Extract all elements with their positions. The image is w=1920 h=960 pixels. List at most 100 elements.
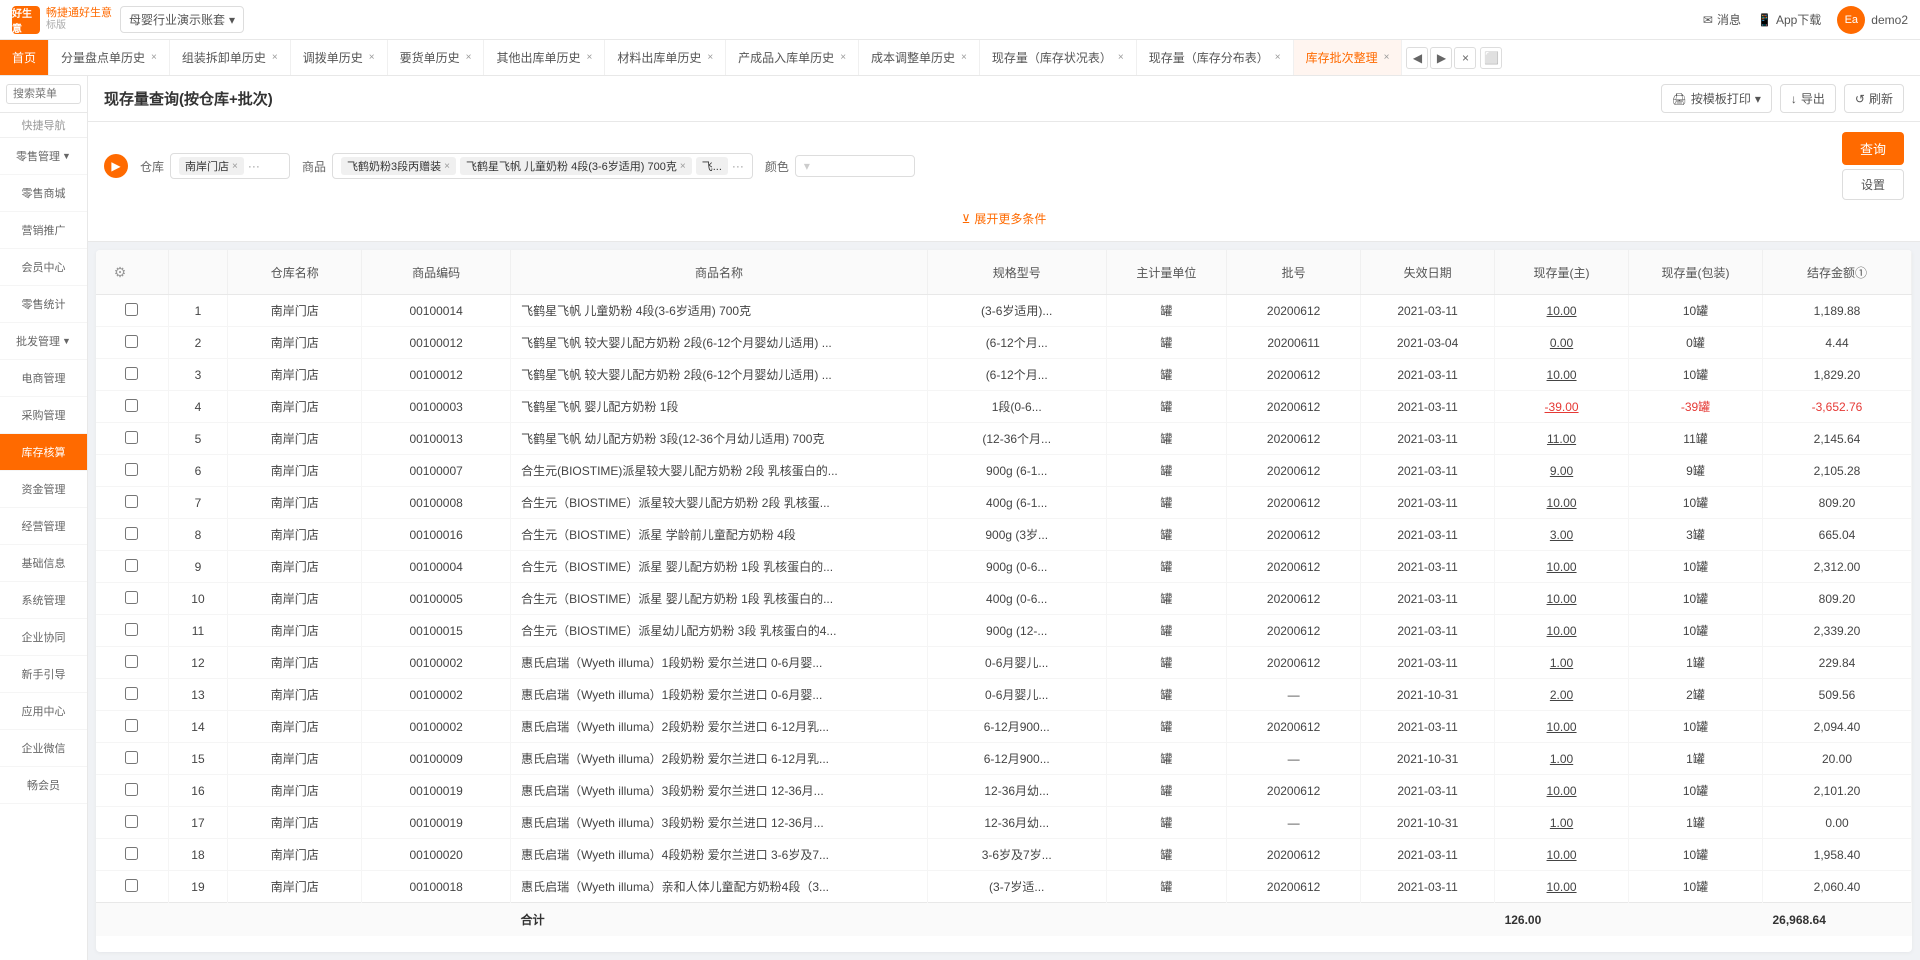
row-checkbox[interactable] xyxy=(125,559,138,572)
row-qty-main[interactable]: 10.00 xyxy=(1495,551,1629,583)
row-checkbox[interactable] xyxy=(125,431,138,444)
row-qty-main[interactable]: 9.00 xyxy=(1495,455,1629,487)
sidebar-item-basic[interactable]: 基础信息 xyxy=(0,545,87,582)
tab-other-out-history[interactable]: 其他出库单历史 × xyxy=(484,40,605,76)
sidebar-item-purchase[interactable]: 采购管理 xyxy=(0,397,87,434)
row-qty-main[interactable]: 10.00 xyxy=(1495,487,1629,519)
sidebar-item-marketing[interactable]: 营销推广 xyxy=(0,212,87,249)
sidebar-item-wechat[interactable]: 企业微信 xyxy=(0,730,87,767)
sidebar-item-system[interactable]: 系统管理 xyxy=(0,582,87,619)
row-expand[interactable] xyxy=(96,647,168,679)
sidebar-item-app-center[interactable]: 应用中心 xyxy=(0,693,87,730)
row-checkbox[interactable] xyxy=(125,367,138,380)
search-input[interactable] xyxy=(6,84,81,104)
tab-close-icon[interactable]: × xyxy=(272,52,278,63)
account-dropdown[interactable]: 母婴行业演示账套 ▾ xyxy=(120,6,244,33)
row-expand[interactable] xyxy=(96,391,168,423)
sidebar-item-guide[interactable]: 新手引导 xyxy=(0,656,87,693)
settings-icon[interactable]: ⚙ xyxy=(106,258,134,286)
sidebar-item-ecommerce[interactable]: 电商管理 xyxy=(0,360,87,397)
row-expand[interactable] xyxy=(96,487,168,519)
row-expand[interactable] xyxy=(96,327,168,359)
row-checkbox[interactable] xyxy=(125,591,138,604)
app-download-action[interactable]: 📱 App下载 xyxy=(1757,11,1821,28)
row-expand[interactable] xyxy=(96,743,168,775)
sidebar-item-member2[interactable]: 畅会员 xyxy=(0,767,87,804)
row-expand[interactable] xyxy=(96,711,168,743)
row-expand[interactable] xyxy=(96,583,168,615)
row-checkbox[interactable] xyxy=(125,399,138,412)
color-filter-group[interactable]: ▾ xyxy=(795,155,915,177)
tab-close-icon[interactable]: × xyxy=(1384,52,1390,63)
sidebar-item-member[interactable]: 会员中心 xyxy=(0,249,87,286)
tab-close-icon[interactable]: × xyxy=(840,52,846,63)
col-settings[interactable]: ⚙ xyxy=(96,250,168,295)
row-checkbox[interactable] xyxy=(125,719,138,732)
tab-close-icon[interactable]: × xyxy=(369,52,375,63)
sidebar-item-finance[interactable]: 资金管理 xyxy=(0,471,87,508)
tag-close-icon[interactable]: × xyxy=(444,161,450,172)
tab-close-icon[interactable]: × xyxy=(961,52,967,63)
row-qty-main[interactable]: 10.00 xyxy=(1495,839,1629,871)
row-checkbox[interactable] xyxy=(125,655,138,668)
row-checkbox[interactable] xyxy=(125,335,138,348)
refresh-button[interactable]: ↺ 刷新 xyxy=(1844,84,1904,113)
tab-inventory-dist[interactable]: 现存量（库存分布表） × xyxy=(1137,40,1294,76)
sidebar-item-retail[interactable]: 零售管理 ▼ xyxy=(0,138,87,175)
row-checkbox[interactable] xyxy=(125,783,138,796)
row-checkbox[interactable] xyxy=(125,879,138,892)
export-button[interactable]: ↓ 导出 xyxy=(1780,84,1836,113)
tab-split-inventory[interactable]: 分量盘点单历史 × xyxy=(49,40,170,76)
row-qty-main[interactable]: 0.00 xyxy=(1495,327,1629,359)
sidebar-item-enterprise[interactable]: 企业协同 xyxy=(0,619,87,656)
row-qty-main[interactable]: 1.00 xyxy=(1495,647,1629,679)
sidebar-item-operation[interactable]: 经营管理 xyxy=(0,508,87,545)
row-checkbox[interactable] xyxy=(125,303,138,316)
tab-inventory-status[interactable]: 现存量（库存状况表） × xyxy=(980,40,1137,76)
nav-next-arrow[interactable]: ▶ xyxy=(1430,47,1452,69)
row-qty-main[interactable]: 1.00 xyxy=(1495,743,1629,775)
tag-close-icon[interactable]: × xyxy=(232,161,238,172)
row-qty-main[interactable]: -39.00 xyxy=(1495,391,1629,423)
tab-close-icon[interactable]: × xyxy=(1118,52,1124,63)
template-print-button[interactable]: 🖨 按模板打印 ▾ xyxy=(1661,84,1772,113)
tab-material-out-history[interactable]: 材料出库单历史 × xyxy=(605,40,726,76)
row-qty-main[interactable]: 10.00 xyxy=(1495,583,1629,615)
product-tag-group[interactable]: 飞鹤奶粉3段丙赠装 × 飞鹤星飞帆 儿童奶粉 4段(3-6岁适用) 700克 ×… xyxy=(332,153,753,179)
row-expand[interactable] xyxy=(96,679,168,711)
row-qty-main[interactable]: 10.00 xyxy=(1495,711,1629,743)
expand-more-btn[interactable]: ⊻ 展开更多条件 xyxy=(962,210,1047,227)
row-expand[interactable] xyxy=(96,839,168,871)
setting-button[interactable]: 设置 xyxy=(1842,169,1904,200)
tab-batch-voucher[interactable]: 库存批次整理 × xyxy=(1294,40,1403,76)
nav-close-all[interactable]: × xyxy=(1454,47,1476,69)
row-qty-main[interactable]: 3.00 xyxy=(1495,519,1629,551)
row-qty-main[interactable]: 10.00 xyxy=(1495,775,1629,807)
row-checkbox[interactable] xyxy=(125,815,138,828)
tab-close-icon[interactable]: × xyxy=(1275,52,1281,63)
row-qty-main[interactable]: 2.00 xyxy=(1495,679,1629,711)
tab-close-icon[interactable]: × xyxy=(586,52,592,63)
sidebar-item-inventory[interactable]: 库存核算 xyxy=(0,434,87,471)
tag-close-icon[interactable]: × xyxy=(680,161,686,172)
row-expand[interactable] xyxy=(96,359,168,391)
row-expand[interactable] xyxy=(96,423,168,455)
row-checkbox[interactable] xyxy=(125,687,138,700)
row-checkbox[interactable] xyxy=(125,751,138,764)
row-qty-main[interactable]: 10.00 xyxy=(1495,295,1629,327)
sidebar-item-retail-shop[interactable]: 零售商城 xyxy=(0,175,87,212)
tab-close-icon[interactable]: × xyxy=(707,52,713,63)
row-checkbox[interactable] xyxy=(125,463,138,476)
row-checkbox[interactable] xyxy=(125,495,138,508)
row-expand[interactable] xyxy=(96,519,168,551)
row-checkbox[interactable] xyxy=(125,623,138,636)
nav-prev-arrow[interactable]: ◀ xyxy=(1406,47,1428,69)
tab-transfer-history[interactable]: 调拨单历史 × xyxy=(291,40,388,76)
filter-expand-toggle[interactable]: ▶ xyxy=(104,154,128,178)
tab-disassemble-history[interactable]: 组装拆卸单历史 × xyxy=(170,40,291,76)
row-qty-main[interactable]: 10.00 xyxy=(1495,871,1629,903)
row-expand[interactable] xyxy=(96,871,168,903)
row-expand[interactable] xyxy=(96,775,168,807)
more-product-dots[interactable]: ··· xyxy=(732,159,744,173)
row-qty-main[interactable]: 10.00 xyxy=(1495,615,1629,647)
